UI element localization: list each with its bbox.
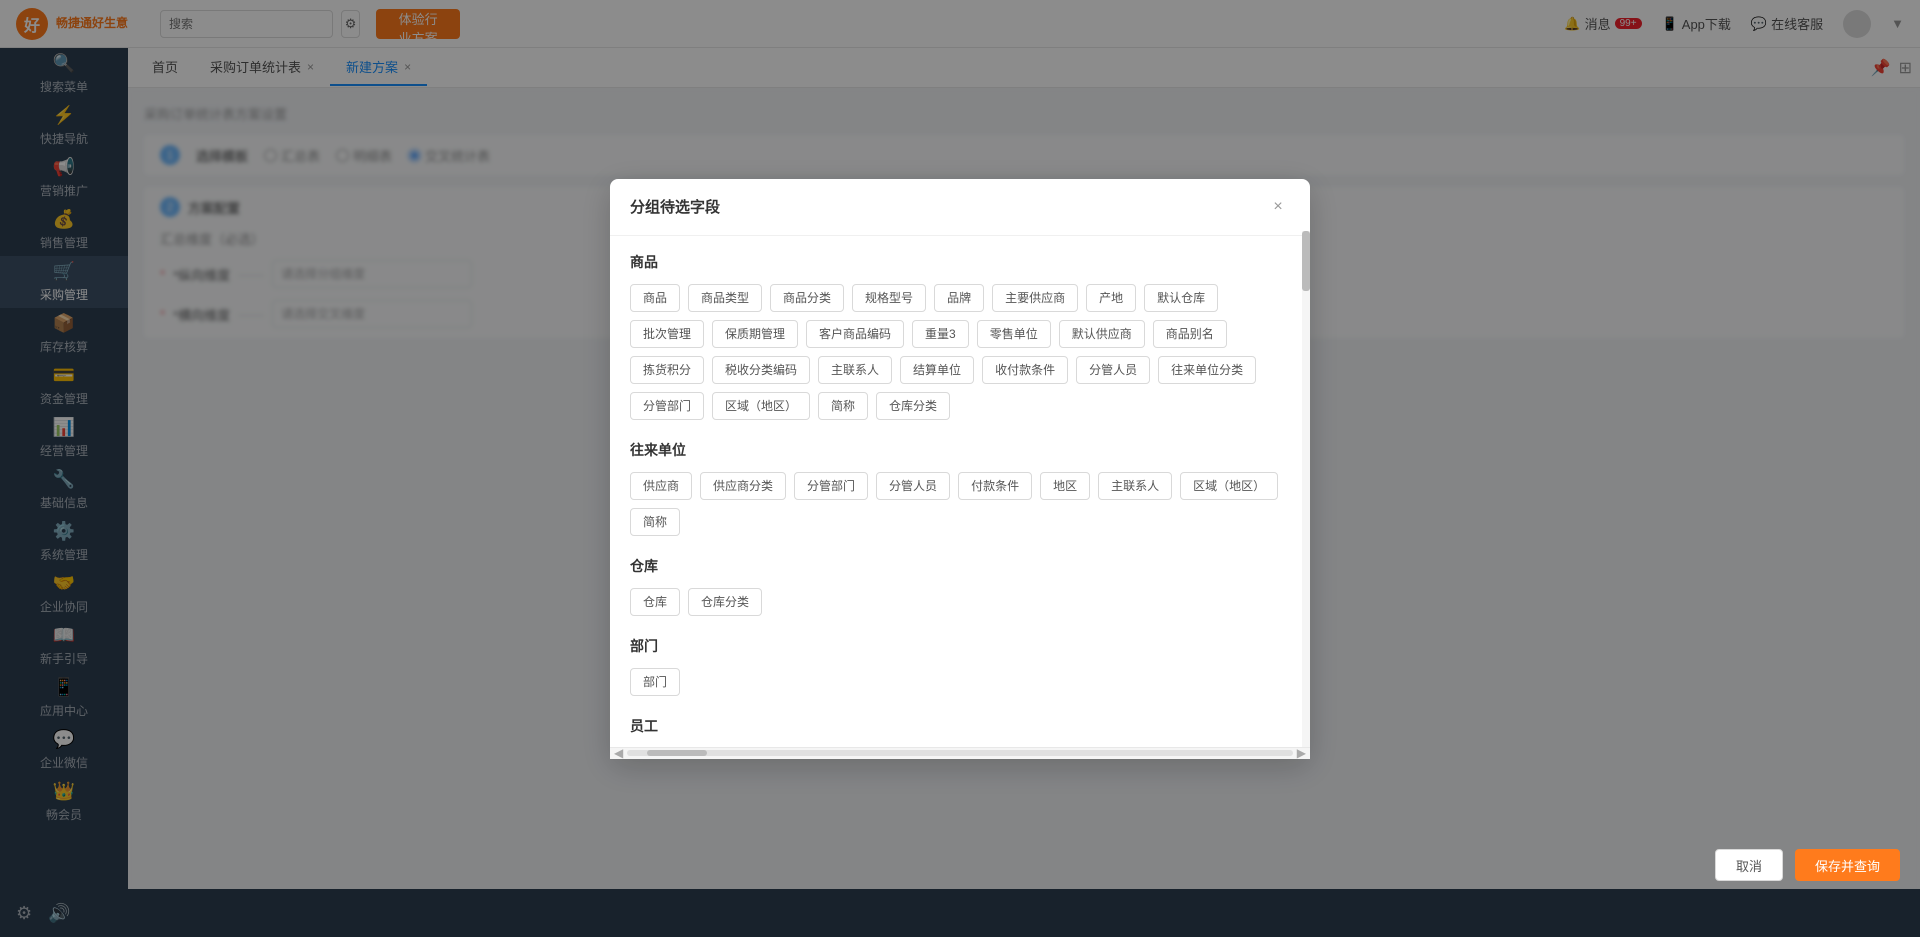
field-default-warehouse[interactable]: 默认仓库 (1144, 284, 1218, 312)
field-product-category[interactable]: 商品分类 (770, 284, 844, 312)
section-partner-fields: 供应商 供应商分类 分管部门 分管人员 付款条件 地区 主联系人 区域（地区） … (630, 472, 1290, 536)
field-warehouse-cat-product[interactable]: 仓库分类 (876, 392, 950, 420)
field-tax-code[interactable]: 税收分类编码 (712, 356, 810, 384)
section-product-title: 商品 (630, 252, 1290, 272)
field-origin[interactable]: 产地 (1086, 284, 1136, 312)
section-partner: 往来单位 供应商 供应商分类 分管部门 分管人员 付款条件 地区 主联系人 区域… (630, 440, 1290, 536)
field-warehouse[interactable]: 仓库 (630, 588, 680, 616)
save-query-button[interactable]: 保存并查询 (1795, 849, 1900, 881)
field-retail-unit[interactable]: 零售单位 (977, 320, 1051, 348)
section-warehouse: 仓库 仓库 仓库分类 (630, 556, 1290, 616)
section-department: 部门 部门 (630, 636, 1290, 696)
field-brand[interactable]: 品牌 (934, 284, 984, 312)
field-region-product[interactable]: 区域（地区） (712, 392, 810, 420)
field-dept-mgmt[interactable]: 分管部门 (630, 392, 704, 420)
field-pay-condition[interactable]: 付款条件 (958, 472, 1032, 500)
field-supervisor[interactable]: 分管人员 (1076, 356, 1150, 384)
field-partner-category[interactable]: 往来单位分类 (1158, 356, 1256, 384)
field-supervisor-partner[interactable]: 分管人员 (876, 472, 950, 500)
field-region-partner[interactable]: 区域（地区） (1180, 472, 1278, 500)
field-spec-model[interactable]: 规格型号 (852, 284, 926, 312)
field-main-supplier[interactable]: 主要供应商 (992, 284, 1078, 312)
modal-vscroll-track (1302, 231, 1310, 747)
modal-overlay: 分组待选字段 × 商品 商品 商品类型 商品分类 规格型号 品牌 主要供应商 产… (0, 0, 1920, 937)
section-product: 商品 商品 商品类型 商品分类 规格型号 品牌 主要供应商 产地 默认仓库 批次… (630, 252, 1290, 420)
hscroll-track (627, 750, 1293, 756)
modal-footer: 取消 保存并查询 (1715, 849, 1900, 881)
modal-title: 分组待选字段 (630, 196, 720, 217)
field-expiry-mgmt[interactable]: 保质期管理 (712, 320, 798, 348)
section-employee-title: 员工 (630, 716, 1290, 736)
section-warehouse-title: 仓库 (630, 556, 1290, 576)
section-partner-title: 往来单位 (630, 440, 1290, 460)
modal-header: 分组待选字段 × (610, 179, 1310, 236)
field-main-contact[interactable]: 主联系人 (818, 356, 892, 384)
field-weight3[interactable]: 重量3 (912, 320, 969, 348)
field-warehouse-category[interactable]: 仓库分类 (688, 588, 762, 616)
field-department[interactable]: 部门 (630, 668, 680, 696)
field-short-name-product[interactable]: 简称 (818, 392, 868, 420)
field-supplier[interactable]: 供应商 (630, 472, 692, 500)
field-supplier-category[interactable]: 供应商分类 (700, 472, 786, 500)
field-short-name-partner[interactable]: 简称 (630, 508, 680, 536)
section-department-title: 部门 (630, 636, 1290, 656)
field-product-type[interactable]: 商品类型 (688, 284, 762, 312)
field-customer-code[interactable]: 客户商品编码 (806, 320, 904, 348)
field-main-contact-partner[interactable]: 主联系人 (1098, 472, 1172, 500)
field-settle-unit[interactable]: 结算单位 (900, 356, 974, 384)
modal-horizontal-scrollbar[interactable]: ◀ ▶ (610, 747, 1310, 759)
field-area[interactable]: 地区 (1040, 472, 1090, 500)
modal-close-button[interactable]: × (1266, 195, 1290, 219)
modal-body[interactable]: 商品 商品 商品类型 商品分类 规格型号 品牌 主要供应商 产地 默认仓库 批次… (610, 236, 1310, 747)
field-pick-points[interactable]: 拣货积分 (630, 356, 704, 384)
hscroll-thumb (647, 750, 707, 756)
field-default-supplier[interactable]: 默认供应商 (1059, 320, 1145, 348)
modal-dialog: 分组待选字段 × 商品 商品 商品类型 商品分类 规格型号 品牌 主要供应商 产… (610, 179, 1310, 759)
field-product[interactable]: 商品 (630, 284, 680, 312)
field-dept-partner[interactable]: 分管部门 (794, 472, 868, 500)
section-product-fields: 商品 商品类型 商品分类 规格型号 品牌 主要供应商 产地 默认仓库 批次管理 … (630, 284, 1290, 420)
section-warehouse-fields: 仓库 仓库分类 (630, 588, 1290, 616)
section-department-fields: 部门 (630, 668, 1290, 696)
field-batch-mgmt[interactable]: 批次管理 (630, 320, 704, 348)
cancel-button[interactable]: 取消 (1715, 849, 1783, 881)
field-pay-terms[interactable]: 收付款条件 (982, 356, 1068, 384)
field-product-alias[interactable]: 商品别名 (1153, 320, 1227, 348)
modal-vscroll-thumb[interactable] (1302, 231, 1310, 291)
section-employee: 员工 业务员 (630, 716, 1290, 747)
